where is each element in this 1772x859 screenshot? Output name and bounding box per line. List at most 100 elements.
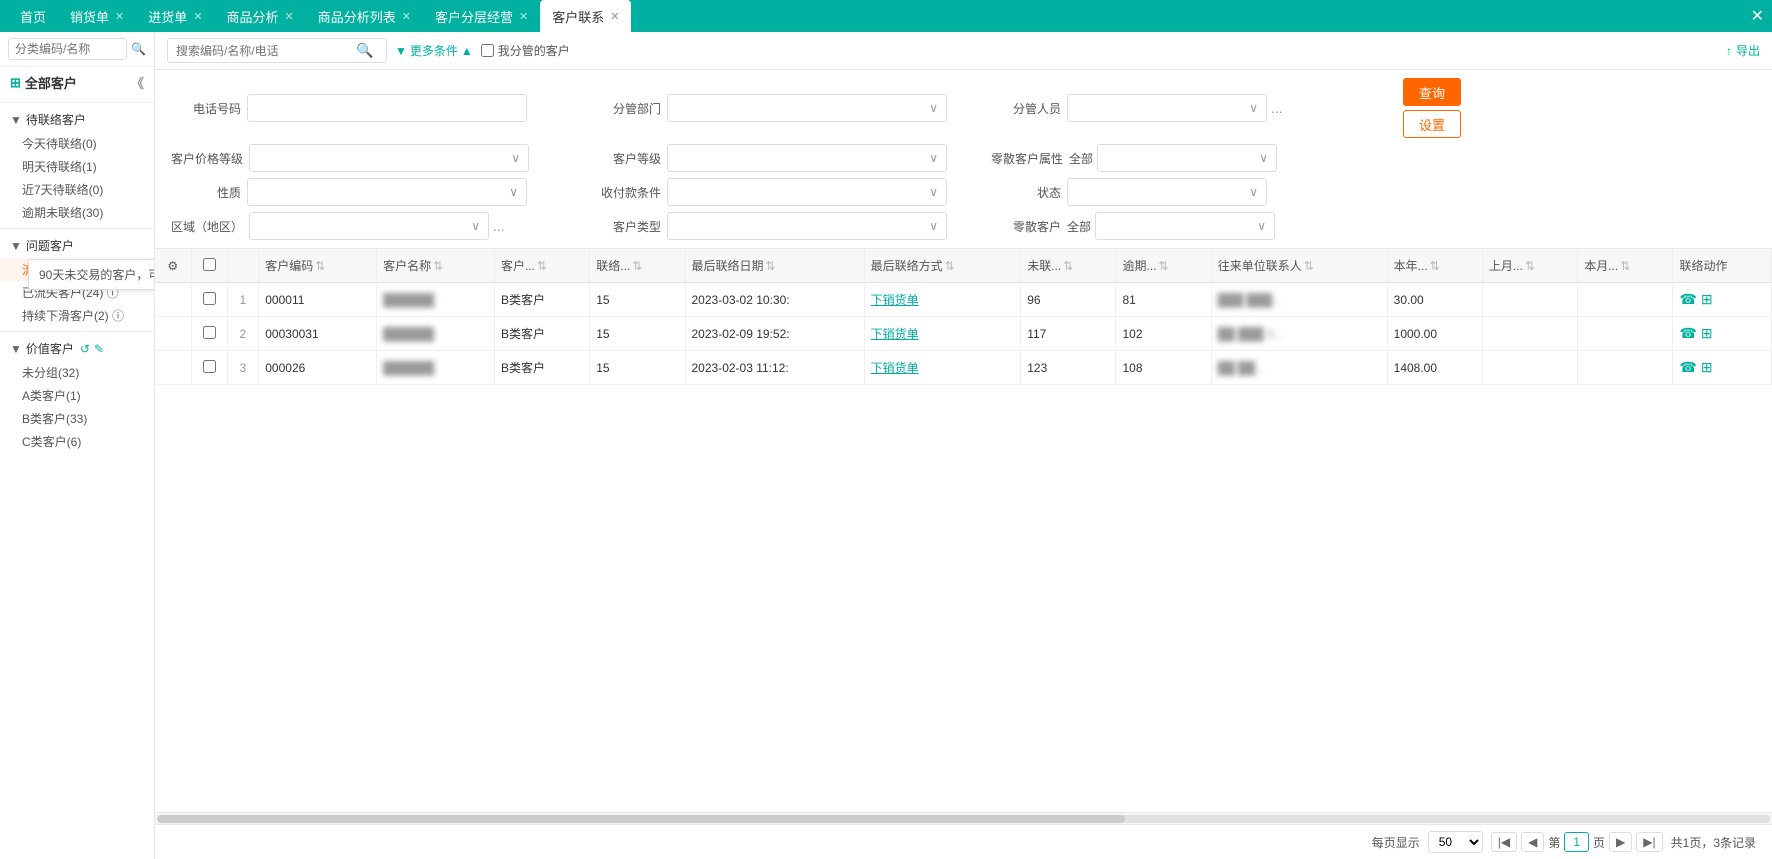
scrollbar-thumb[interactable]	[157, 815, 1125, 823]
manager-ellipsis-button[interactable]: ...	[1267, 100, 1287, 116]
last-page-button[interactable]: ▶|	[1636, 832, 1662, 852]
sidebar-item-tomorrow-pending[interactable]: 明天待联络(1)	[0, 155, 154, 178]
col-settings[interactable]: ⚙	[155, 249, 191, 283]
customer-level-select[interactable]: ∨	[667, 144, 947, 172]
per-page-select[interactable]: 50 100 200	[1428, 831, 1483, 853]
tab-close-product-analysis-list[interactable]: ✕	[402, 10, 411, 23]
row-checkbox-cell	[191, 351, 227, 385]
col-last-contact-method[interactable]: 最后联络方式⇅	[864, 249, 1021, 283]
phone-input[interactable]	[247, 94, 527, 122]
chevron-icon4: ∨	[929, 151, 938, 165]
row-last-contact-method[interactable]: 下销货单	[864, 351, 1021, 385]
sidebar-item-today-pending[interactable]: 今天待联络(0)	[0, 132, 154, 155]
settings-button[interactable]: 设置	[1403, 110, 1461, 138]
tab-home[interactable]: 首页	[8, 0, 58, 32]
sidebar-item-overdue-pending[interactable]: 逾期未联络(30)	[0, 201, 154, 224]
col-last-contact-date[interactable]: 最后联络日期⇅	[685, 249, 864, 283]
sidebar-item-class-c[interactable]: C类客户(6)	[0, 430, 154, 453]
first-page-button[interactable]: |◀	[1491, 832, 1517, 852]
export-button[interactable]: ↑ 导出	[1726, 42, 1760, 59]
region-select[interactable]: ∨	[249, 212, 489, 240]
sidebar-group-pending[interactable]: ▼ 待联络客户	[0, 107, 154, 132]
col-code[interactable]: 客户编码⇅	[259, 249, 377, 283]
action-more-icon[interactable]: ⊞	[1701, 359, 1713, 376]
row-checkbox[interactable]	[203, 326, 216, 339]
main-search-button[interactable]: 🔍	[356, 42, 373, 59]
gender-select[interactable]: ∨	[247, 178, 527, 206]
col-name[interactable]: 客户名称⇅	[377, 249, 495, 283]
sidebar-item-class-a[interactable]: A类客户(1)	[0, 384, 154, 407]
col-checkbox[interactable]	[191, 249, 227, 283]
select-all-checkbox[interactable]	[203, 258, 216, 271]
value-customer-edit-icon[interactable]: ✎	[94, 342, 104, 356]
collapse-icon[interactable]: 《	[131, 73, 144, 92]
action-more-icon[interactable]: ⊞	[1701, 291, 1713, 308]
chevron-icon2: ∨	[1249, 101, 1258, 115]
tab-close-customer-stratification[interactable]: ✕	[519, 10, 528, 23]
row-last-contact-date: 2023-02-09 19:52:	[685, 317, 864, 351]
tab-close-purchase-order[interactable]: ✕	[193, 10, 202, 23]
tab-close-product-analysis[interactable]: ✕	[285, 10, 294, 23]
region-ellipsis-button[interactable]: ...	[489, 218, 509, 234]
row-last-contact-method[interactable]: 下销货单	[864, 317, 1021, 351]
sidebar-group-problem[interactable]: ▼ 问题客户	[0, 233, 154, 258]
tab-close-customer-contact[interactable]: ✕	[610, 10, 619, 23]
query-button[interactable]: 查询	[1403, 78, 1461, 106]
region-label: 区域（地区）	[171, 218, 243, 235]
tab-close-sales-order[interactable]: ✕	[115, 10, 124, 23]
tab-sales-order[interactable]: 销货单 ✕	[58, 0, 136, 32]
retail-select[interactable]: ∨	[1095, 212, 1275, 240]
customer-type-select[interactable]: ∨	[667, 212, 947, 240]
payment-select[interactable]: ∨	[667, 178, 947, 206]
my-customers-checkbox[interactable]	[481, 44, 494, 57]
col-overdue[interactable]: 逾期...⇅	[1116, 249, 1211, 283]
divider3	[0, 331, 154, 332]
col-this-year[interactable]: 本年...⇅	[1387, 249, 1482, 283]
row-checkbox[interactable]	[203, 292, 216, 305]
row-overdue: 102	[1116, 317, 1211, 351]
col-type[interactable]: 客户...⇅	[494, 249, 589, 283]
sidebar-item-unclassified[interactable]: 未分组(32)	[0, 361, 154, 384]
tab-customer-contact[interactable]: 客户联系 ✕	[540, 0, 631, 32]
status-select[interactable]: ∨	[1067, 178, 1267, 206]
col-contacts[interactable]: 联络...⇅	[590, 249, 685, 283]
action-phone-icon[interactable]: ☎	[1679, 359, 1696, 376]
sidebar-item-declining[interactable]: 持续下滑客户(2) ⓘ	[0, 304, 154, 327]
dept-select[interactable]: ∨	[667, 94, 947, 122]
main-search-input[interactable]	[176, 44, 356, 58]
tab-product-analysis[interactable]: 商品分析 ✕	[214, 0, 305, 32]
row-last-contact-method[interactable]: 下销货单	[864, 283, 1021, 317]
tab-purchase-order[interactable]: 进货单 ✕	[136, 0, 214, 32]
value-customer-refresh-icon[interactable]: ↺	[80, 342, 90, 356]
action-phone-icon[interactable]: ☎	[1679, 325, 1696, 342]
col-no-contact[interactable]: 未联...⇅	[1021, 249, 1116, 283]
prev-page-button[interactable]: ◀	[1521, 832, 1544, 852]
col-unit-contact[interactable]: 往来单位联系人⇅	[1211, 249, 1387, 283]
tab-customer-stratification[interactable]: 客户分层经营 ✕	[423, 0, 540, 32]
filter-icon: ▼	[395, 44, 407, 58]
chevron-icon5: ∨	[1259, 151, 1268, 165]
action-phone-icon[interactable]: ☎	[1679, 291, 1696, 308]
action-more-icon[interactable]: ⊞	[1701, 325, 1713, 342]
row-settings	[155, 317, 191, 351]
price-level-select[interactable]: ∨	[249, 144, 529, 172]
horizontal-scrollbar[interactable]	[155, 812, 1772, 824]
row-checkbox[interactable]	[203, 360, 216, 373]
sidebar-search-icon[interactable]: 🔍	[131, 42, 146, 56]
sidebar-item-class-b[interactable]: B类客户(33)	[0, 407, 154, 430]
col-last-month[interactable]: 上月...⇅	[1482, 249, 1577, 283]
sidebar-search-input[interactable]	[8, 38, 127, 60]
sidebar-item-week-pending[interactable]: 近7天待联络(0)	[0, 178, 154, 201]
my-customers-checkbox-area[interactable]: 我分管的客户	[481, 42, 570, 59]
row-unit-contact: ███ ███...	[1211, 283, 1387, 317]
window-close-button[interactable]: ✕	[1751, 6, 1764, 26]
zero-attr-select[interactable]: ∨	[1097, 144, 1277, 172]
sidebar-all-customers[interactable]: ⊞ 全部客户 《	[0, 67, 154, 98]
row-this-month	[1578, 283, 1673, 317]
more-conditions-button[interactable]: ▼ 更多条件 ▲	[395, 42, 473, 59]
row-type: B类客户	[494, 317, 589, 351]
tab-product-analysis-list[interactable]: 商品分析列表 ✕	[306, 0, 423, 32]
col-this-month[interactable]: 本月...⇅	[1578, 249, 1673, 283]
next-page-button[interactable]: ▶	[1609, 832, 1632, 852]
manager-select[interactable]: ∨	[1067, 94, 1267, 122]
